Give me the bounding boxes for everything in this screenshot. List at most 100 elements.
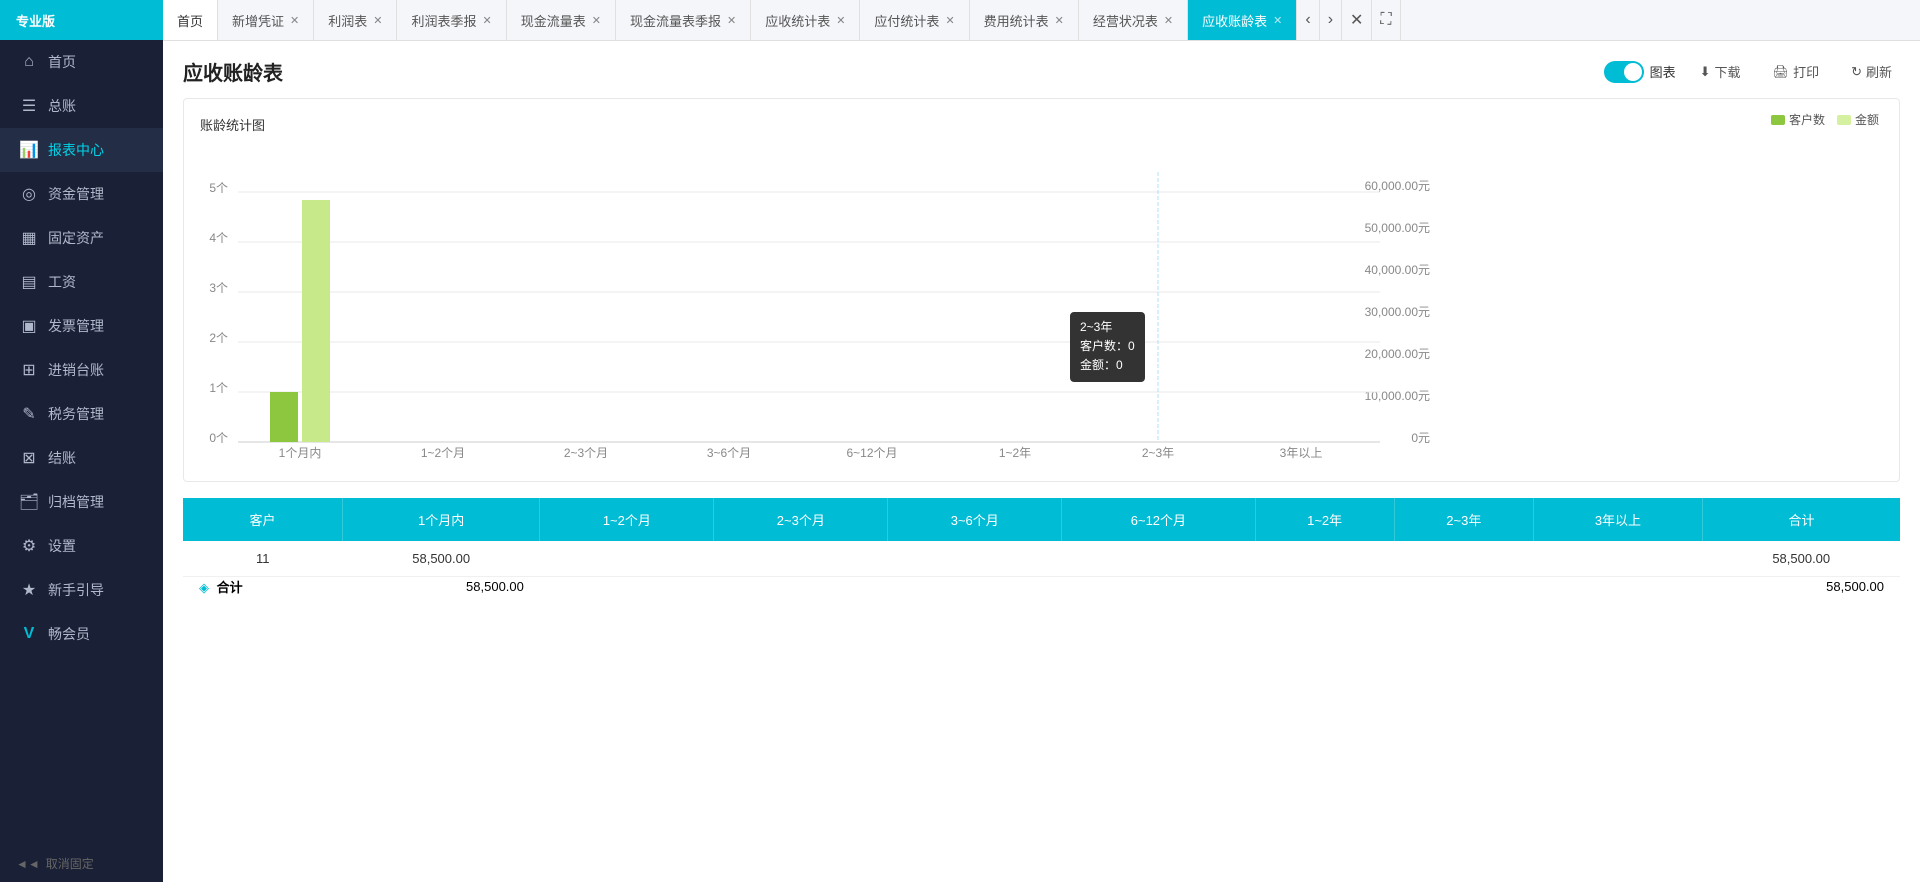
sidebar-item-invoice[interactable]: ▣ 发票管理 [0,304,163,348]
tab-aging[interactable]: 应收账龄表 ✕ [1188,0,1297,40]
close-icon[interactable]: ✕ [1164,14,1173,27]
sidebar-item-salary[interactable]: ▤ 工资 [0,260,163,304]
sidebar-item-label: 新手引导 [48,580,104,600]
sidebar-item-label: 归档管理 [48,492,104,512]
legend-amount: 金额 [1837,111,1879,128]
chart-toggle[interactable] [1604,61,1644,83]
page-header: 应收账龄表 图表 ⬇ 下载 🖨 打印 ↻ 刷新 [183,57,1900,86]
chart-title: 账龄统计图 [200,115,1883,134]
td-footer-customer: ◈ 合计 [183,577,342,597]
print-button[interactable]: 🖨 打印 [1765,58,1828,85]
td-customer: 11 [183,541,342,577]
tab-cashflow-quarter[interactable]: 现金流量表季报 ✕ [616,0,751,40]
tab-cashflow[interactable]: 现金流量表 ✕ [507,0,616,40]
svg-text:30,000.00元: 30,000.00元 [1365,305,1430,319]
tab-label: 利润表季报 [411,11,476,30]
sidebar-item-settings[interactable]: ⚙ 设置 [0,524,163,568]
close-icon[interactable]: ✕ [727,14,736,27]
close-icon[interactable]: ✕ [836,14,845,27]
sidebar-item-guide[interactable]: ★ 新手引导 [0,568,163,612]
svg-text:10,000.00元: 10,000.00元 [1365,389,1430,403]
sidebar-item-label: 畅会员 [48,624,90,644]
close-icon[interactable]: ✕ [945,14,954,27]
tab-receivable-stat[interactable]: 应收统计表 ✕ [751,0,860,40]
assets-icon: ▦ [20,229,38,247]
table-footer: ◈ 合计 58,500.00 58,500.00 [183,577,1900,597]
tab-profit[interactable]: 利润表 ✕ [314,0,397,40]
tab-prev-button[interactable]: ‹ [1297,0,1319,40]
tab-expense[interactable]: 费用统计表 ✕ [970,0,1079,40]
tax-icon: ✎ [20,405,38,423]
close-icon[interactable]: ✕ [290,14,299,27]
pin-icon: ◄◄ [16,857,40,871]
main-area: 首页 新增凭证 ✕ 利润表 ✕ 利润表季报 ✕ 现金流量表 ✕ 现金流量表季报 … [163,0,1920,882]
chart-toggle-wrap: 图表 [1604,61,1676,83]
th-m36: 3~6个月 [888,498,1062,541]
sidebar-item-archive[interactable]: 🗂 归档管理 [0,480,163,524]
chart-svg-wrap: 0个 1个 2个 3个 4个 5个 0元 10,000.00元 20,000.0… [200,142,1883,465]
sidebar-item-ledger[interactable]: ☰ 总账 [0,84,163,128]
download-label: 下载 [1715,62,1741,81]
tab-profit-quarter[interactable]: 利润表季报 ✕ [397,0,506,40]
td-m23 [714,541,888,577]
svg-text:3年以上: 3年以上 [1280,446,1323,460]
svg-text:1~2年: 1~2年 [999,446,1031,460]
th-y12: 1~2年 [1255,498,1394,541]
inventory-icon: ⊞ [20,361,38,379]
guide-icon: ★ [20,581,38,599]
sidebar-item-tax[interactable]: ✎ 税务管理 [0,392,163,436]
bar-customers-m1 [270,392,298,442]
tab-payable-stat[interactable]: 应付统计表 ✕ [860,0,969,40]
svg-text:1个月内: 1个月内 [279,446,322,460]
svg-text:2~3个月: 2~3个月 [564,446,608,460]
tab-label: 应收账龄表 [1202,11,1267,30]
table-header: 客户 1个月内 1~2个月 2~3个月 3~6个月 6~12个月 1~2年 2~… [183,498,1900,541]
legend-customers-color [1771,115,1785,125]
sidebar-item-vip[interactable]: V 畅会员 [0,612,163,656]
sidebar-item-label: 总账 [48,96,76,116]
chart-svg: 0个 1个 2个 3个 4个 5个 0元 10,000.00元 20,000.0… [200,142,1440,462]
close-icon[interactable]: ✕ [483,14,492,27]
td-footer-y12 [1255,577,1394,597]
chart-area: 账龄统计图 客户数 金额 0个 1个 2个 3个 4个 [183,98,1900,482]
th-y23: 2~3年 [1394,498,1533,541]
td-footer-m1: 58,500.00 [342,577,539,597]
sidebar-item-label: 首页 [48,52,76,72]
sidebar-item-home[interactable]: ⌂ 首页 [0,40,163,84]
sidebar-item-funds[interactable]: ◎ 资金管理 [0,172,163,216]
tab-maximize-button[interactable]: ⛶ [1372,0,1400,40]
close-icon[interactable]: ✕ [1273,14,1282,27]
bar-amount-m1 [302,200,330,442]
svg-text:2个: 2个 [209,331,228,345]
sidebar-item-inventory[interactable]: ⊞ 进销台账 [0,348,163,392]
td-m612 [1062,541,1255,577]
legend-amount-label: 金额 [1855,111,1879,128]
td-footer-total: 58,500.00 [1702,577,1900,597]
sidebar-item-reports[interactable]: 📊 报表中心 [0,128,163,172]
tab-voucher[interactable]: 新增凭证 ✕ [218,0,314,40]
sidebar-item-settle[interactable]: ⊠ 结账 [0,436,163,480]
tab-home[interactable]: 首页 [163,0,218,40]
refresh-icon: ↻ [1851,64,1862,80]
svg-text:60,000.00元: 60,000.00元 [1365,179,1430,193]
close-icon[interactable]: ✕ [373,14,382,27]
sidebar-item-label: 固定资产 [48,228,104,248]
tab-next-button[interactable]: › [1320,0,1342,40]
tab-operations[interactable]: 经营状况表 ✕ [1079,0,1188,40]
tab-close-all-button[interactable]: ✕ [1342,0,1372,40]
tab-label: 经营状况表 [1093,11,1158,30]
tab-label: 现金流量表季报 [630,11,721,30]
sidebar-item-assets[interactable]: ▦ 固定资产 [0,216,163,260]
td-footer-y23 [1394,577,1533,597]
sidebar-pin-toggle[interactable]: ◄◄ 取消固定 [0,845,163,882]
svg-text:2~3年: 2~3年 [1142,446,1174,460]
download-button[interactable]: ⬇ 下载 [1692,58,1749,85]
page-title: 应收账龄表 [183,57,283,86]
close-icon[interactable]: ✕ [592,14,601,27]
tab-home-label: 首页 [177,11,203,30]
refresh-button[interactable]: ↻ 刷新 [1843,58,1900,85]
td-y3plus [1533,541,1702,577]
close-icon[interactable]: ✕ [1055,14,1064,27]
sidebar-item-label: 结账 [48,448,76,468]
svg-text:5个: 5个 [209,181,228,195]
